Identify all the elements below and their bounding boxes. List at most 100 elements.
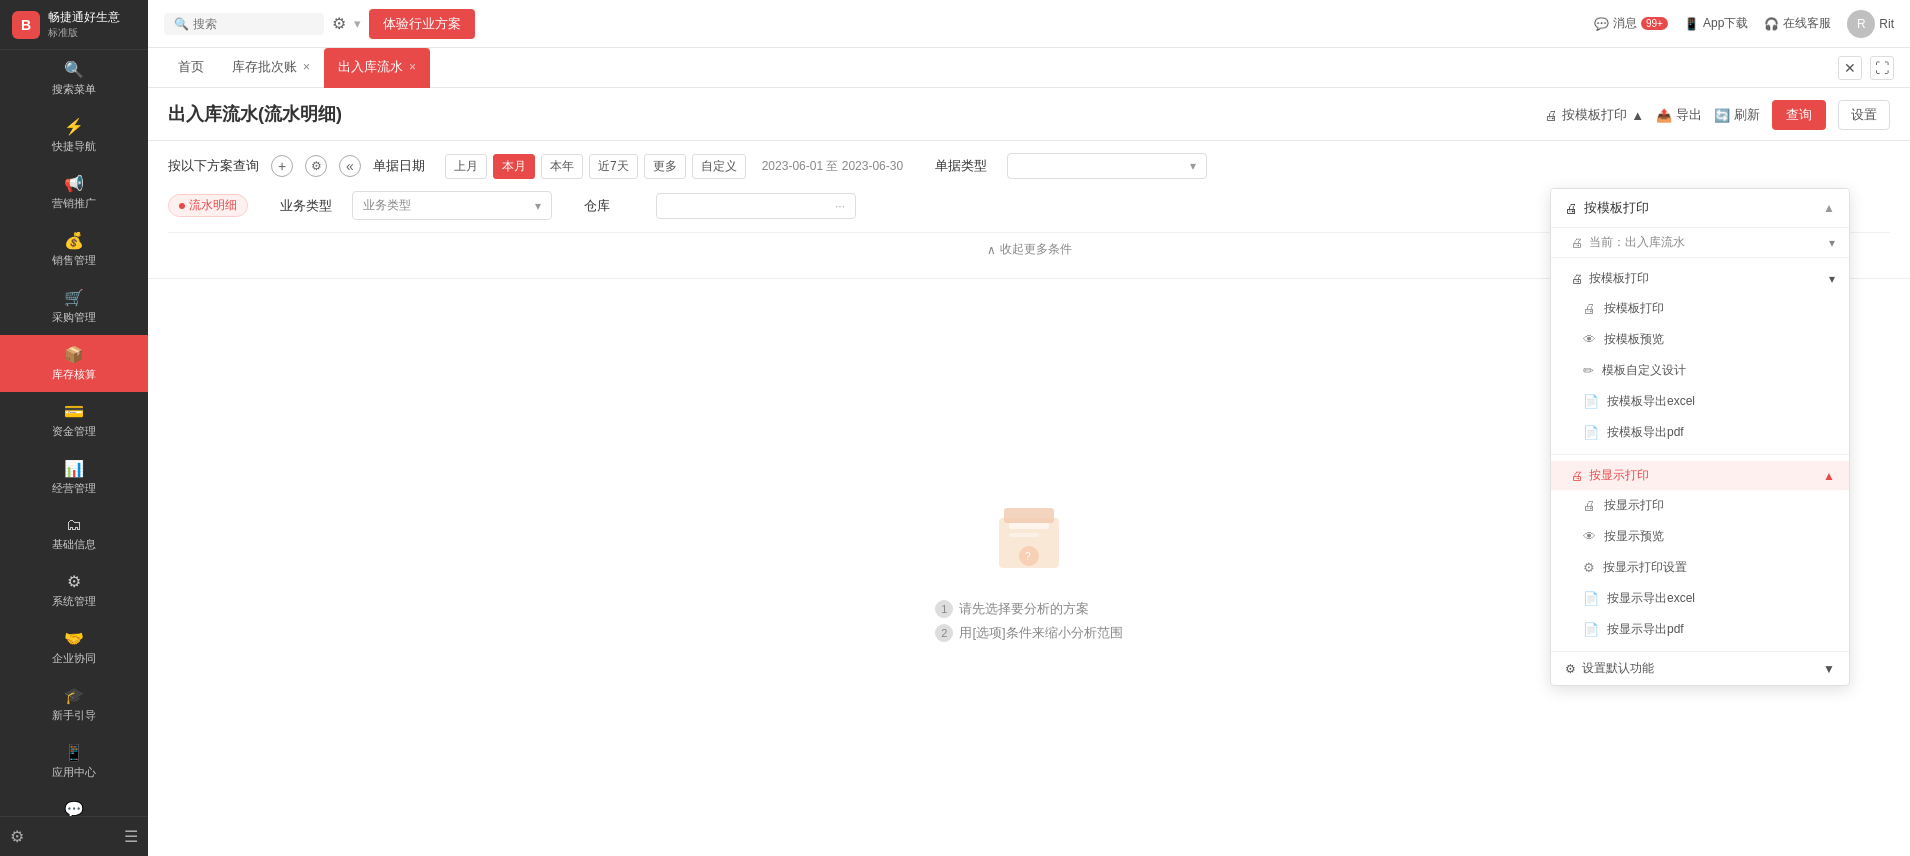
settings-button[interactable]: 设置 <box>1838 100 1890 130</box>
sidebar-item-label: 基础信息 <box>52 537 96 552</box>
print-template-button[interactable]: 🖨 按模板打印 ▲ <box>1545 106 1644 124</box>
user-avatar-item[interactable]: R Rit <box>1847 10 1894 38</box>
display-preview-icon: 👁 <box>1583 529 1596 544</box>
logo-icon: B <box>12 11 40 39</box>
template-print-icon: 🖨 <box>1583 301 1596 316</box>
query-button[interactable]: 查询 <box>1772 100 1826 130</box>
sidebar-item-purchase[interactable]: 🛒 采购管理 <box>0 278 148 335</box>
dropdown-footer[interactable]: ⚙ 设置默认功能 ▼ <box>1551 652 1849 685</box>
dropdown-header: 🖨 按模板打印 ▲ <box>1551 189 1849 228</box>
display-print-icon: 🖨 <box>1583 498 1596 513</box>
sidebar-item-inventory[interactable]: 📦 库存核算 <box>0 335 148 392</box>
logo-text: 畅捷通好生意 标准版 <box>48 10 120 39</box>
lightning-icon: ⚡ <box>64 117 84 136</box>
warehouse-select[interactable]: ··· <box>656 193 856 219</box>
sidebar-item-collab[interactable]: 🤝 企业协同 <box>0 619 148 676</box>
tab-home[interactable]: 首页 <box>164 48 218 88</box>
template-export-pdf-item[interactable]: 📄 按模板导出pdf <box>1551 417 1849 448</box>
date-current-year-button[interactable]: 本年 <box>541 154 583 179</box>
dropdown-section-template-header[interactable]: 🖨 按模板打印 ▾ <box>1551 264 1849 293</box>
template-print-item[interactable]: 🖨 按模板打印 <box>1551 293 1849 324</box>
export-button[interactable]: 📤 导出 <box>1656 106 1702 124</box>
sidebar-item-label: 系统管理 <box>52 594 96 609</box>
date-more-button[interactable]: 更多 <box>644 154 686 179</box>
dropdown-section-display-header[interactable]: 🖨 按显示打印 ▲ <box>1551 461 1849 490</box>
sidebar-item-label: 库存核算 <box>52 367 96 382</box>
display-print-settings-item[interactable]: ⚙ 按显示打印设置 <box>1551 552 1849 583</box>
sidebar-item-business[interactable]: 📊 经营管理 <box>0 449 148 506</box>
app-download-item[interactable]: 📱 App下载 <box>1684 15 1748 32</box>
menu-toggle-icon[interactable]: ☰ <box>124 827 138 846</box>
dropdown-collapse-icon[interactable]: ▲ <box>1823 201 1835 215</box>
sidebar-item-label: 快捷导航 <box>52 139 96 154</box>
date-current-month-button[interactable]: 本月 <box>493 154 535 179</box>
biz-type-select[interactable]: 业务类型 ▾ <box>352 191 552 220</box>
filter-row-1: 按以下方案查询 + ⚙ « 单据日期 上月 本月 本年 <box>168 153 1890 179</box>
filter-add-button[interactable]: + <box>271 155 293 177</box>
message-badge: 99+ <box>1641 17 1668 30</box>
sidebar-item-system[interactable]: ⚙ 系统管理 <box>0 562 148 619</box>
refresh-button[interactable]: 🔄 刷新 <box>1714 106 1760 124</box>
footer-arrow-icon: ▼ <box>1823 662 1835 676</box>
date-prev-month-button[interactable]: 上月 <box>445 154 487 179</box>
doc-type-select[interactable]: ▾ <box>1007 153 1207 179</box>
print-arrow-icon: ▲ <box>1631 108 1644 123</box>
cart-icon: 🛒 <box>64 288 84 307</box>
tab-flow[interactable]: 出入库流水 × <box>324 48 430 88</box>
date-last7-button[interactable]: 近7天 <box>589 154 638 179</box>
tab-close-all-button[interactable]: ✕ <box>1838 56 1862 80</box>
wechat-icon: 💬 <box>64 800 84 816</box>
sidebar-item-quick-nav[interactable]: ⚡ 快捷导航 <box>0 107 148 164</box>
sidebar-item-app-center[interactable]: 📱 应用中心 <box>0 733 148 790</box>
display-pdf-label: 按显示导出pdf <box>1607 621 1684 638</box>
page-toolbar: 🖨 按模板打印 ▲ 📤 导出 🔄 刷新 查询 设 <box>1545 100 1890 140</box>
content-area: 出入库流水(流水明细) 🖨 按模板打印 ▲ 📤 导出 🔄 <box>148 88 1910 856</box>
search-input[interactable] <box>193 17 313 31</box>
industry-solution-button[interactable]: 体验行业方案 <box>369 9 475 39</box>
biz-type-placeholder: 业务类型 <box>363 197 411 214</box>
display-export-excel-item[interactable]: 📄 按显示导出excel <box>1551 583 1849 614</box>
doc-type-arrow-icon: ▾ <box>1190 159 1196 173</box>
message-item[interactable]: 💬 消息 99+ <box>1594 15 1668 32</box>
sidebar-item-label: 营销推广 <box>52 196 96 211</box>
date-custom-button[interactable]: 自定义 <box>692 154 746 179</box>
sidebar-item-basic[interactable]: 🗂 基础信息 <box>0 506 148 562</box>
topbar-search-box[interactable]: 🔍 <box>164 13 324 35</box>
sidebar-item-search[interactable]: 🔍 搜索菜单 <box>0 50 148 107</box>
print-dropdown-panel: 🖨 按模板打印 ▲ 🖨 当前：出入库流水 ▾ 🖨 按模板打印 <box>1550 188 1850 686</box>
sidebar-item-finance[interactable]: 💳 资金管理 <box>0 392 148 449</box>
hint-item-1: 1 请先选择要分析的方案 <box>935 600 1122 618</box>
tab-flow-label: 出入库流水 <box>338 58 403 76</box>
template-custom-item[interactable]: ✏ 模板自定义设计 <box>1551 355 1849 386</box>
sidebar-item-label: 资金管理 <box>52 424 96 439</box>
display-preview-item[interactable]: 👁 按显示预览 <box>1551 521 1849 552</box>
sidebar-item-sales[interactable]: 💰 销售管理 <box>0 221 148 278</box>
settings-default-label: 设置默认功能 <box>1582 660 1654 677</box>
tab-expand-button[interactable]: ⛶ <box>1870 56 1894 80</box>
filter-collapse-button[interactable]: « <box>339 155 361 177</box>
filter-gear-button[interactable]: ⚙ <box>305 155 327 177</box>
biz-type-arrow-icon: ▾ <box>535 199 541 213</box>
app-download-label: App下载 <box>1703 15 1748 32</box>
gear-small-icon: ⚙ <box>311 159 322 173</box>
refresh-icon: 🔄 <box>1714 108 1730 123</box>
settings-footer-icon[interactable]: ⚙ <box>10 827 24 846</box>
display-print-item[interactable]: 🖨 按显示打印 <box>1551 490 1849 521</box>
sidebar-item-wechat[interactable]: 💬 企业微信 <box>0 790 148 816</box>
display-export-pdf-item[interactable]: 📄 按显示导出pdf <box>1551 614 1849 645</box>
filter-tag-dot <box>179 203 185 209</box>
svg-text:?: ? <box>1025 551 1031 562</box>
export-icon: 📤 <box>1656 108 1672 123</box>
tab-batch-close[interactable]: × <box>303 60 310 74</box>
sidebar-item-guide[interactable]: 🎓 新手引导 <box>0 676 148 733</box>
sidebar-item-marketing[interactable]: 📢 营销推广 <box>0 164 148 221</box>
template-preview-item[interactable]: 👁 按模板预览 <box>1551 324 1849 355</box>
template-export-excel-item[interactable]: 📄 按模板导出excel <box>1551 386 1849 417</box>
settings-default-icon: ⚙ <box>1565 662 1576 676</box>
phone-icon: 📱 <box>1684 17 1699 31</box>
tab-flow-close[interactable]: × <box>409 60 416 74</box>
tab-batch[interactable]: 库存批次账 × <box>218 48 324 88</box>
settings-icon[interactable]: ⚙ <box>332 14 346 33</box>
online-service-item[interactable]: 🎧 在线客服 <box>1764 15 1831 32</box>
message-icon: 💬 <box>1594 17 1609 31</box>
